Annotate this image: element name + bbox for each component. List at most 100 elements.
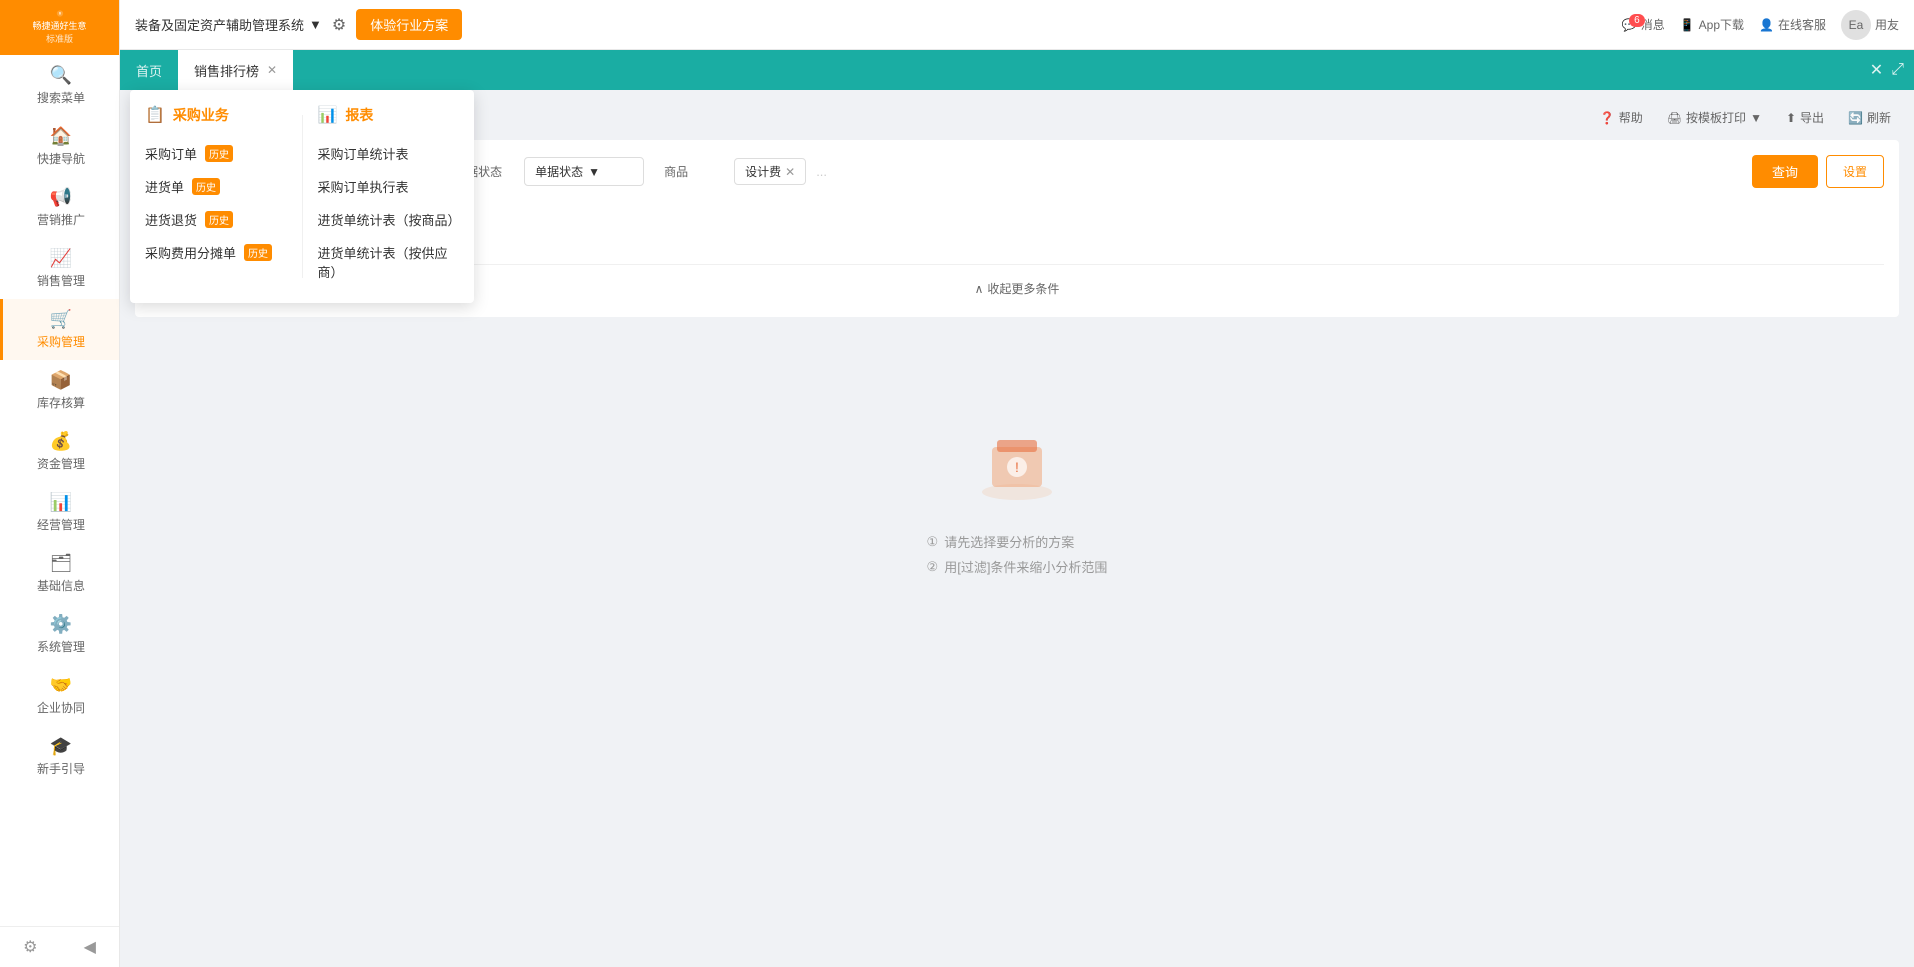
- export-icon: ⬆: [1786, 111, 1796, 125]
- sidebar-item-inventory[interactable]: 📦 库存核算: [0, 360, 119, 421]
- menu-item-purchase-in[interactable]: 进货单 历史: [145, 170, 287, 203]
- guide-icon: 🎓: [50, 736, 72, 757]
- dropdown-purchase-col: 📋 采购业务 采购订单 历史 进货单 历史 进货退货 历史 采购费用分摊单 历史: [130, 105, 302, 288]
- marketing-icon: 📢: [50, 187, 72, 208]
- menu-item-purchase-order[interactable]: 采购订单 历史: [145, 137, 287, 170]
- online-service-label: 在线客服: [1778, 16, 1826, 33]
- sidebar-item-corp[interactable]: 🤝 企业协同: [0, 665, 119, 726]
- print-label: 按模板打印: [1686, 109, 1746, 126]
- topbar-system-title[interactable]: 装备及固定资产辅助管理系统 ▼: [135, 15, 322, 34]
- sidebar-item-label: 系统管理: [37, 638, 85, 655]
- menu-item-label: 采购订单统计表: [318, 144, 409, 163]
- message-badge: 6: [1629, 14, 1645, 27]
- sidebar-item-purchase[interactable]: 🛒 采购管理: [0, 299, 119, 360]
- svg-text:6: 6: [59, 12, 61, 16]
- sidebar-item-label: 采购管理: [37, 333, 85, 350]
- logo-line2: 标准版: [46, 32, 73, 45]
- sidebar-item-label: 基础信息: [37, 577, 85, 594]
- menu-item-label: 进货单: [145, 177, 184, 196]
- history-badge: 历史: [205, 211, 233, 228]
- tabbar-right: ✕ ⤢: [1870, 60, 1914, 80]
- empty-tips: ① 请先选择要分析的方案 ② 用[过滤]条件来缩小分析范围: [927, 532, 1108, 582]
- menu-item-purchase-order-stat[interactable]: 采购订单统计表: [318, 137, 460, 170]
- settings-btn[interactable]: 设置: [1826, 155, 1884, 188]
- sidebar-item-system[interactable]: ⚙️ 系统管理: [0, 604, 119, 665]
- menu-item-purchase-cost[interactable]: 采购费用分摊单 历史: [145, 236, 287, 269]
- message-btn[interactable]: 💬 6 消息: [1622, 16, 1665, 33]
- sidebar-item-label: 新手引导: [37, 760, 85, 777]
- menu-item-in-stat-goods[interactable]: 进货单统计表（按商品）: [318, 203, 460, 236]
- status-select[interactable]: 单据状态 ▼: [524, 157, 644, 186]
- tab-close-icon[interactable]: ✕: [267, 63, 277, 77]
- purchase-col-icon: 📋: [145, 105, 165, 125]
- tab-sales-rank[interactable]: 销售排行榜 ✕: [178, 50, 293, 90]
- menu-item-label: 采购订单: [145, 144, 197, 163]
- logo-icon: 6: [42, 10, 78, 17]
- system-icon: ⚙️: [50, 614, 72, 635]
- avatar: Ea: [1841, 10, 1871, 40]
- refresh-label: 刷新: [1867, 109, 1891, 126]
- topbar-title-text: 装备及固定资产辅助管理系统: [135, 15, 304, 34]
- goods-tag-value: 设计费: [745, 163, 781, 180]
- menu-item-in-stat-supplier[interactable]: 进货单统计表（按供应商）: [318, 236, 460, 288]
- sidebar-collapse-btn[interactable]: ◀: [84, 937, 96, 957]
- sidebar-item-basic[interactable]: 🗂 基础信息: [0, 543, 119, 604]
- sidebar-item-search[interactable]: 🔍 搜索菜单: [0, 55, 119, 116]
- help-btn[interactable]: ❓ 帮助: [1592, 105, 1651, 130]
- topbar-gear-icon[interactable]: ⚙: [332, 15, 346, 35]
- sidebar-bottom: ⚙ ◀: [0, 926, 119, 967]
- sidebar-item-label: 经营管理: [37, 516, 85, 533]
- report-col-icon: 📊: [318, 105, 338, 125]
- sidebar-item-label: 库存核算: [37, 394, 85, 411]
- goods-tag-close[interactable]: ✕: [785, 165, 795, 179]
- sidebar-item-label: 销售管理: [37, 272, 85, 289]
- print-btn[interactable]: 🖨 按模板打印 ▼: [1659, 105, 1770, 130]
- toolbar-right: ❓ 帮助 🖨 按模板打印 ▼ ⬆ 导出 🔄 刷新: [1592, 105, 1899, 130]
- sidebar-item-label: 资金管理: [37, 455, 85, 472]
- trial-btn[interactable]: 体验行业方案: [356, 9, 462, 40]
- goods-more-dots[interactable]: ...: [816, 164, 827, 179]
- sidebar-item-guide[interactable]: 🎓 新手引导: [0, 726, 119, 787]
- sidebar-item-marketing[interactable]: 📢 营销推广: [0, 177, 119, 238]
- dropdown-report-title: 📊 报表: [318, 105, 460, 125]
- dropdown-report-col: 📊 报表 采购订单统计表 采购订单执行表 进货单统计表（按商品） 进货单统计表（…: [303, 105, 475, 288]
- service-icon: 👤: [1759, 18, 1774, 32]
- sidebar-item-operation[interactable]: 📊 经营管理: [0, 482, 119, 543]
- menu-item-purchase-return[interactable]: 进货退货 历史: [145, 203, 287, 236]
- tab-close-all-icon[interactable]: ✕: [1870, 60, 1883, 80]
- topbar-right: 💬 6 消息 📱 App下载 👤 在线客服 Ea 用友: [1622, 10, 1899, 40]
- app-download-btn[interactable]: 📱 App下载: [1680, 16, 1744, 33]
- topbar: 装备及固定资产辅助管理系统 ▼ ⚙ 体验行业方案 💬 6 消息 📱 App下载 …: [120, 0, 1914, 50]
- action-buttons: 查询 设置: [1752, 155, 1884, 188]
- sidebar-item-sales[interactable]: 📈 销售管理: [0, 238, 119, 299]
- tab-expand-icon[interactable]: ⤢: [1891, 61, 1904, 79]
- user-btn[interactable]: Ea 用友: [1841, 10, 1899, 40]
- status-value: 单据状态: [535, 163, 583, 180]
- export-btn[interactable]: ⬆ 导出: [1778, 105, 1832, 130]
- sidebar-item-finance[interactable]: 💰 资金管理: [0, 421, 119, 482]
- app-download-label: App下载: [1699, 16, 1744, 33]
- menu-item-label: 采购订单执行表: [318, 177, 409, 196]
- history-badge: 历史: [205, 145, 233, 162]
- help-icon: ❓: [1600, 111, 1615, 125]
- sidebar-item-quick[interactable]: 🏠 快捷导航: [0, 116, 119, 177]
- empty-state: ! ① 请先选择要分析的方案 ② 用[过滤]条件来缩小分析范围: [135, 332, 1899, 662]
- menu-item-purchase-order-exec[interactable]: 采购订单执行表: [318, 170, 460, 203]
- menu-item-label: 进货单统计表（按商品）: [318, 210, 460, 229]
- refresh-btn[interactable]: 🔄 刷新: [1840, 105, 1899, 130]
- sidebar-settings-btn[interactable]: ⚙: [23, 937, 37, 957]
- tab-home[interactable]: 首页: [120, 50, 178, 90]
- goods-tag[interactable]: 设计费 ✕: [734, 158, 806, 185]
- query-btn[interactable]: 查询: [1752, 155, 1818, 188]
- operation-icon: 📊: [50, 492, 72, 513]
- empty-illustration: !: [967, 412, 1067, 512]
- online-service-btn[interactable]: 👤 在线客服: [1759, 16, 1826, 33]
- refresh-icon: 🔄: [1848, 111, 1863, 125]
- goods-label: 商品: [664, 163, 724, 180]
- sidebar-item-label: 营销推广: [37, 211, 85, 228]
- purchase-col-title-text: 采购业务: [173, 105, 229, 125]
- sidebar-item-label: 企业协同: [37, 699, 85, 716]
- user-label: 用友: [1875, 16, 1899, 33]
- tabbar: 首页 销售排行榜 ✕ ✕ ⤢: [120, 50, 1914, 90]
- corp-icon: 🤝: [50, 675, 72, 696]
